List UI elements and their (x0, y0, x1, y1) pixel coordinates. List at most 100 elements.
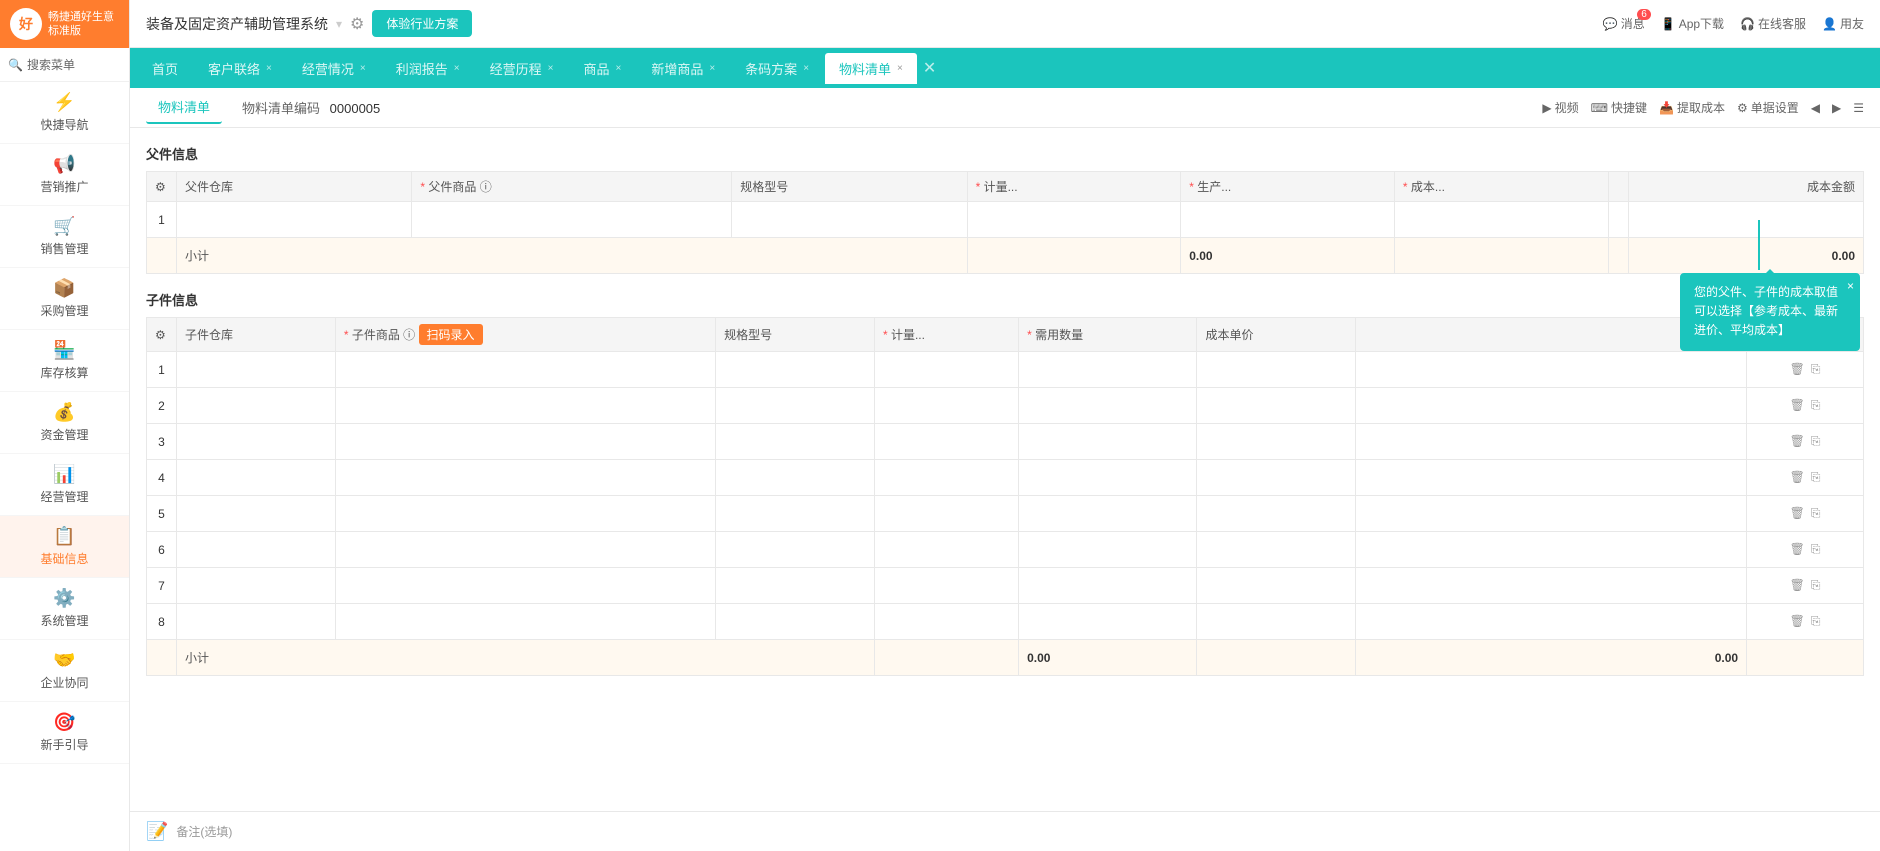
delete-row-2[interactable]: 🗑 (1790, 398, 1805, 413)
parent-qty-cell[interactable] (967, 202, 1181, 238)
sidebar-item-quick-nav[interactable]: ⚡ 快捷导航 (0, 82, 129, 144)
sidebar-item-system[interactable]: ⚙️ 系统管理 (0, 578, 129, 640)
child-goods-4[interactable] (335, 460, 715, 496)
user-item[interactable]: 👤 用友 (1822, 15, 1864, 32)
child-need-qty-4[interactable] (1019, 460, 1197, 496)
parent-prod-cell[interactable] (1181, 202, 1395, 238)
sidebar-item-guide[interactable]: 🎯 新手引导 (0, 702, 129, 764)
child-qty-4[interactable] (874, 460, 1018, 496)
child-goods-5[interactable] (335, 496, 715, 532)
parent-warehouse-cell[interactable] (177, 202, 412, 238)
child-goods-1[interactable] (335, 352, 715, 388)
child-cost-price-7[interactable] (1197, 568, 1356, 604)
child-cost-price-3[interactable] (1197, 424, 1356, 460)
sidebar-item-marketing[interactable]: 📢 营销推广 (0, 144, 129, 206)
tab-customer[interactable]: 客户联络× (194, 53, 286, 84)
tab-profit[interactable]: 利润报告× (382, 53, 474, 84)
child-goods-8[interactable] (335, 604, 715, 640)
child-qty-3[interactable] (874, 424, 1018, 460)
child-goods-7[interactable] (335, 568, 715, 604)
child-cost-price-4[interactable] (1197, 460, 1356, 496)
delete-row-8[interactable]: 🗑 (1790, 614, 1805, 629)
child-need-qty-5[interactable] (1019, 496, 1197, 532)
sidebar-item-operations[interactable]: 📊 经营管理 (0, 454, 129, 516)
subtab-bom[interactable]: 物料清单 (146, 91, 222, 124)
note-label[interactable]: 备注(选填) (176, 823, 232, 840)
child-goods-3[interactable] (335, 424, 715, 460)
child-qty-6[interactable] (874, 532, 1018, 568)
child-cost-price-6[interactable] (1197, 532, 1356, 568)
child-need-qty-3[interactable] (1019, 424, 1197, 460)
tab-barcode[interactable]: 条码方案× (731, 53, 823, 84)
copy-row-6[interactable]: ⎘ (1811, 542, 1821, 557)
delete-row-3[interactable]: 🗑 (1790, 434, 1805, 449)
parent-cost-cell[interactable] (1394, 202, 1608, 238)
tab-new-goods[interactable]: 新增商品× (637, 53, 729, 84)
child-warehouse-4[interactable] (177, 460, 336, 496)
scan-input-button[interactable]: 扫码录入 (419, 324, 483, 345)
copy-row-3[interactable]: ⎘ (1811, 434, 1821, 449)
delete-row-6[interactable]: 🗑 (1790, 542, 1805, 557)
child-need-qty-6[interactable] (1019, 532, 1197, 568)
tab-home[interactable]: 首页 (138, 53, 192, 84)
delete-row-1[interactable]: 🗑 (1790, 362, 1805, 377)
tab-history[interactable]: 经营历程× (476, 53, 568, 84)
delete-row-4[interactable]: 🗑 (1790, 470, 1805, 485)
sidebar-item-sales[interactable]: 🛒 销售管理 (0, 206, 129, 268)
online-service-item[interactable]: 🎧 在线客服 (1740, 15, 1806, 32)
settings-icon[interactable]: ⚙ (350, 14, 364, 34)
subtab-bom-code[interactable]: 物料清单编码 0000005 (230, 92, 392, 123)
child-need-qty-1[interactable] (1019, 352, 1197, 388)
sidebar-item-enterprise[interactable]: 🤝 企业协同 (0, 640, 129, 702)
child-col-gear[interactable]: ⚙ (147, 318, 177, 352)
prev-page[interactable]: ◀ (1811, 101, 1820, 115)
sidebar-item-purchase[interactable]: 📦 采购管理 (0, 268, 129, 330)
sidebar-item-finance[interactable]: 💰 资金管理 (0, 392, 129, 454)
app-download-item[interactable]: 📱 App下载 (1661, 15, 1724, 32)
child-warehouse-3[interactable] (177, 424, 336, 460)
child-qty-5[interactable] (874, 496, 1018, 532)
delete-row-5[interactable]: 🗑 (1790, 506, 1805, 521)
copy-row-8[interactable]: ⎘ (1811, 614, 1821, 629)
child-spec-5[interactable] (716, 496, 875, 532)
child-spec-4[interactable] (716, 460, 875, 496)
extract-cost-action[interactable]: 📥 提取成本 (1659, 99, 1725, 116)
copy-row-2[interactable]: ⎘ (1811, 398, 1821, 413)
parent-col-gear[interactable]: ⚙ (147, 172, 177, 202)
child-cost-price-8[interactable] (1197, 604, 1356, 640)
doc-settings-action[interactable]: ⚙ 单据设置 (1737, 99, 1799, 116)
copy-row-7[interactable]: ⎘ (1811, 578, 1821, 593)
parent-spec-cell[interactable] (732, 202, 967, 238)
tab-goods[interactable]: 商品× (569, 53, 635, 84)
search-menu-item[interactable]: 🔍 搜索菜单 (0, 48, 129, 82)
message-badge-item[interactable]: 💬 消息 6 (1603, 15, 1645, 32)
child-spec-3[interactable] (716, 424, 875, 460)
child-warehouse-2[interactable] (177, 388, 336, 424)
child-qty-8[interactable] (874, 604, 1018, 640)
child-spec-6[interactable] (716, 532, 875, 568)
tooltip-close-button[interactable]: × (1847, 277, 1854, 296)
copy-row-5[interactable]: ⎘ (1811, 506, 1821, 521)
next-page[interactable]: ▶ (1832, 101, 1841, 115)
sidebar-item-basic-info[interactable]: 📋 基础信息 (0, 516, 129, 578)
child-warehouse-6[interactable] (177, 532, 336, 568)
child-goods-6[interactable] (335, 532, 715, 568)
list-view[interactable]: ☰ (1853, 101, 1864, 115)
copy-row-4[interactable]: ⎘ (1811, 470, 1821, 485)
child-spec-1[interactable] (716, 352, 875, 388)
child-spec-2[interactable] (716, 388, 875, 424)
parent-goods-cell[interactable] (412, 202, 732, 238)
child-need-qty-8[interactable] (1019, 604, 1197, 640)
child-cost-price-5[interactable] (1197, 496, 1356, 532)
trial-button[interactable]: 体验行业方案 (372, 10, 472, 37)
sidebar-item-inventory[interactable]: 🏪 库存核算 (0, 330, 129, 392)
child-need-qty-7[interactable] (1019, 568, 1197, 604)
child-spec-7[interactable] (716, 568, 875, 604)
shortcut-action[interactable]: ⌨ 快捷键 (1591, 99, 1647, 116)
child-spec-8[interactable] (716, 604, 875, 640)
tab-bom[interactable]: 物料清单× (825, 53, 917, 84)
tab-operations[interactable]: 经营情况× (288, 53, 380, 84)
child-cost-price-1[interactable] (1197, 352, 1356, 388)
child-goods-2[interactable] (335, 388, 715, 424)
child-warehouse-5[interactable] (177, 496, 336, 532)
